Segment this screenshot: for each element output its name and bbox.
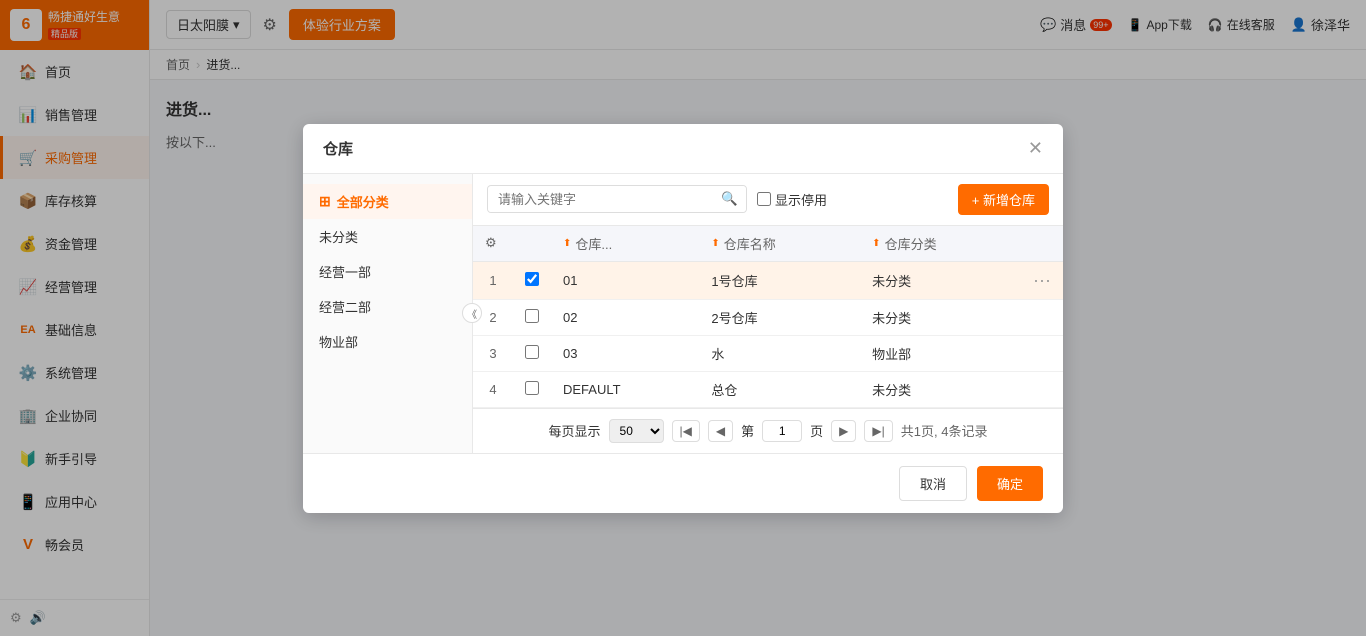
dialog-body: 《 ⊞ 全部分类 未分类 经营一部 经营二部 物业部 <box>303 174 1063 453</box>
row-category: 未分类 <box>860 371 1021 407</box>
category-tree: 《 ⊞ 全部分类 未分类 经营一部 经营二部 物业部 <box>303 174 473 453</box>
row-number: 4 <box>473 371 513 407</box>
col-name[interactable]: ⬆ 仓库名称 <box>699 226 860 262</box>
col-check <box>513 226 551 262</box>
row-checkbox[interactable] <box>513 261 551 299</box>
close-icon[interactable]: ✕ <box>1028 138 1043 159</box>
show-disabled-toggle[interactable]: 显示停用 <box>757 190 827 209</box>
row-code: 02 <box>551 299 699 335</box>
search-input[interactable] <box>488 187 713 212</box>
confirm-button[interactable]: 确定 <box>977 466 1043 501</box>
row-name: 2号仓库 <box>699 299 860 335</box>
row-more[interactable] <box>1021 371 1063 407</box>
row-category: 未分类 <box>860 299 1021 335</box>
dialog-actions: 取消 确定 <box>303 453 1063 513</box>
last-page-button[interactable]: ▶| <box>864 420 892 442</box>
row-code: 01 <box>551 261 699 299</box>
row-more[interactable]: ··· <box>1021 261 1063 299</box>
sort-icon: ⬆ <box>563 238 571 249</box>
tree-item-all[interactable]: ⊞ 全部分类 <box>303 184 472 219</box>
dialog-toolbar: 🔍 显示停用 + 新增仓库 <box>473 174 1063 226</box>
row-name: 水 <box>699 335 860 371</box>
modal-overlay: 仓库 ✕ 《 ⊞ 全部分类 未分类 经营一部 经营二部 <box>0 0 1366 636</box>
cancel-button[interactable]: 取消 <box>899 466 967 501</box>
row-checkbox[interactable] <box>513 371 551 407</box>
tree-item-ops2[interactable]: 经营二部 <box>303 289 472 324</box>
col-actions <box>1021 226 1063 262</box>
dialog-title: 仓库 <box>323 138 353 159</box>
row-number: 1 <box>473 261 513 299</box>
page-input[interactable] <box>762 420 802 442</box>
dialog-right-content: 🔍 显示停用 + 新增仓库 ⚙ <box>473 174 1063 453</box>
row-code: 03 <box>551 335 699 371</box>
col-gear[interactable]: ⚙ <box>473 226 513 262</box>
tree-item-uncat[interactable]: 未分类 <box>303 219 472 254</box>
table-row[interactable]: 4 DEFAULT 总仓 未分类 <box>473 371 1063 407</box>
more-icon[interactable]: ··· <box>1033 270 1051 290</box>
tree-item-property[interactable]: 物业部 <box>303 324 472 359</box>
warehouse-table: ⚙ ⬆ 仓库... ⬆ <box>473 226 1063 408</box>
new-warehouse-button[interactable]: + 新增仓库 <box>958 184 1049 215</box>
pagination: 每页显示 50 100 |◀ ◀ 第 页 ▶ ▶| 共1页, 4条记录 <box>473 408 1063 453</box>
show-disabled-checkbox[interactable] <box>757 192 771 206</box>
table-row[interactable]: 1 01 1号仓库 未分类 ··· <box>473 261 1063 299</box>
row-checkbox[interactable] <box>513 335 551 371</box>
search-button[interactable]: 🔍 <box>713 186 746 212</box>
warehouse-dialog: 仓库 ✕ 《 ⊞ 全部分类 未分类 经营一部 经营二部 <box>303 124 1063 513</box>
row-more[interactable] <box>1021 335 1063 371</box>
row-more[interactable] <box>1021 299 1063 335</box>
row-checkbox[interactable] <box>513 299 551 335</box>
sort-icon-name: ⬆ <box>711 238 719 249</box>
row-category: 未分类 <box>860 261 1021 299</box>
table-row[interactable]: 2 02 2号仓库 未分类 <box>473 299 1063 335</box>
tree-item-ops1[interactable]: 经营一部 <box>303 254 472 289</box>
tree-collapse-button[interactable]: 《 <box>462 303 482 323</box>
row-number: 3 <box>473 335 513 371</box>
per-page-select[interactable]: 50 100 <box>609 419 664 443</box>
row-name: 1号仓库 <box>699 261 860 299</box>
col-category[interactable]: ⬆ 仓库分类 <box>860 226 1021 262</box>
row-code: DEFAULT <box>551 371 699 407</box>
row-name: 总仓 <box>699 371 860 407</box>
col-code[interactable]: ⬆ 仓库... <box>551 226 699 262</box>
prev-page-button[interactable]: ◀ <box>708 420 733 442</box>
gear-column-icon: ⚙ <box>485 235 497 250</box>
table-row[interactable]: 3 03 水 物业部 <box>473 335 1063 371</box>
row-category: 物业部 <box>860 335 1021 371</box>
sort-icon-cat: ⬆ <box>872 238 880 249</box>
search-input-wrap: 🔍 <box>487 185 747 213</box>
first-page-button[interactable]: |◀ <box>672 420 700 442</box>
dialog-header: 仓库 ✕ <box>303 124 1063 174</box>
grid-icon: ⊞ <box>319 193 331 210</box>
next-page-button[interactable]: ▶ <box>831 420 856 442</box>
